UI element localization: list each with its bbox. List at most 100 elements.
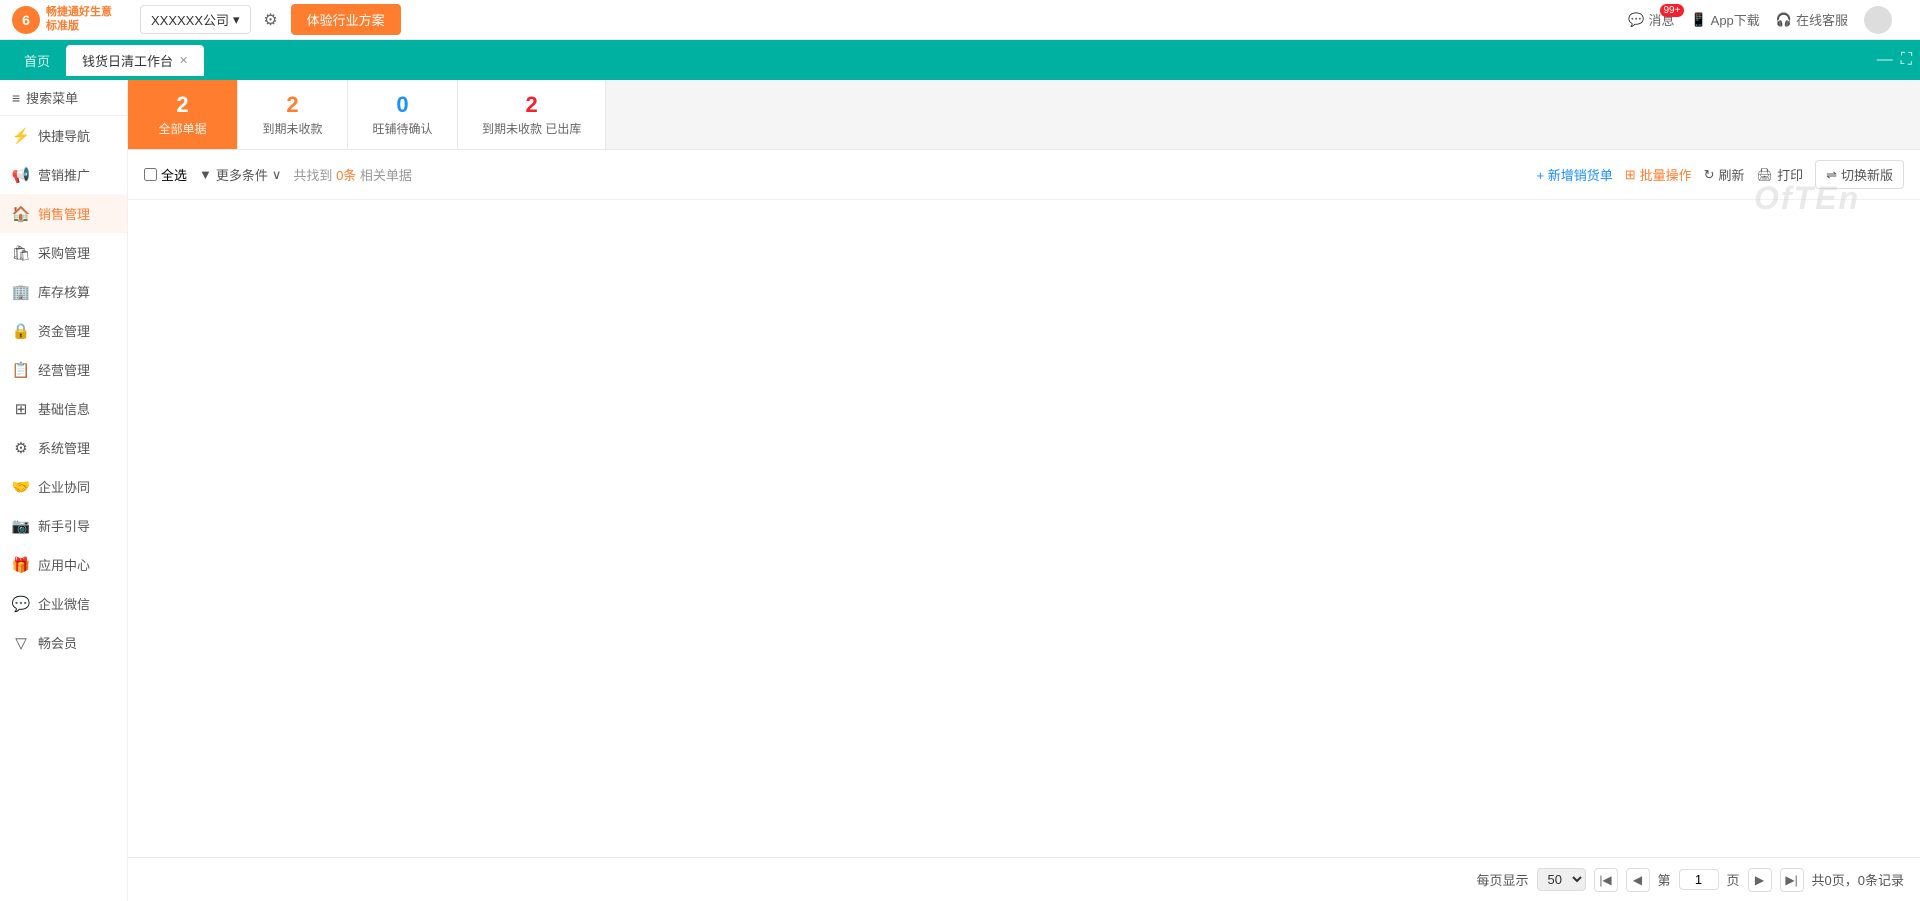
search-menu-item[interactable]: ≡ 搜索菜单 <box>0 80 127 116</box>
marketing-icon: 📢 <box>12 166 30 184</box>
collab-icon: 🤝 <box>12 478 30 496</box>
stat-tabs-row: 2 全部单据 2 到期未收款 0 旺铺待确认 2 到期未收款 已出库 <box>128 80 1920 150</box>
app-center-icon: 🎁 <box>12 556 30 574</box>
member-icon: ▽ <box>12 634 30 652</box>
filter-button[interactable]: ▼ 更多条件 ∨ <box>199 165 281 184</box>
sidebar-item-system[interactable]: ⚙ 系统管理 <box>0 428 127 467</box>
sidebar-item-basics[interactable]: ⊞ 基础信息 <box>0 389 127 428</box>
quick-nav-icon: ⚡ <box>12 127 30 145</box>
search-menu-icon: ≡ <box>12 90 20 106</box>
message-icon: 💬 <box>1628 12 1644 28</box>
stat-num-all: 2 <box>176 92 188 118</box>
operations-icon: 📋 <box>12 361 30 379</box>
sidebar-item-member[interactable]: ▽ 畅会员 <box>0 623 127 662</box>
tab-workbench[interactable]: 钱货日清工作台 ✕ <box>66 45 204 76</box>
select-all-checkbox[interactable]: 全选 <box>144 165 187 184</box>
message-button[interactable]: 💬 消息 99+ <box>1628 10 1674 29</box>
prev-page-button[interactable]: ◀ <box>1626 868 1650 892</box>
nav-tabs-bar: 首页 钱货日清工作台 ✕ — ⛶ <box>0 40 1920 80</box>
sidebar-item-marketing[interactable]: 📢 营销推广 <box>0 155 127 194</box>
content-area: 2 全部单据 2 到期未收款 0 旺铺待确认 2 到期未收款 已出库 全选 <box>128 80 1920 901</box>
switch-version-button[interactable]: ⇌ 切换新版 <box>1815 160 1904 189</box>
select-all-input[interactable] <box>144 168 157 181</box>
online-service-button[interactable]: 🎧 在线客服 <box>1776 10 1848 29</box>
chevron-down-icon: ∨ <box>272 167 282 183</box>
purchase-icon: 🛍 <box>12 244 30 262</box>
footer-pagination: 每页显示 50 |◀ ◀ 第 页 ▶ ▶| 共0页，0条记录 <box>128 857 1920 901</box>
stat-label-overdue: 到期未收款 <box>262 120 322 137</box>
wechat-icon: 💬 <box>12 595 30 613</box>
message-badge: 99+ <box>1660 4 1685 17</box>
top-header: 6 畅捷通好生意 标准版 XXXXXX公司 ▾ ⚙ 体验行业方案 💬 消息 99… <box>0 0 1920 40</box>
stat-label-wangpu: 旺铺待确认 <box>372 120 432 137</box>
finance-icon: 🔒 <box>12 322 30 340</box>
found-count: 0条 <box>336 168 356 183</box>
total-label: 共0页，0条记录 <box>1812 870 1904 889</box>
company-selector[interactable]: XXXXXX公司 ▾ <box>140 5 251 34</box>
logo-area: 6 畅捷通好生意 标准版 <box>12 6 132 34</box>
stat-num-wangpu: 0 <box>396 92 408 118</box>
batch-icon: ⊞ <box>1625 167 1636 183</box>
page-number-input[interactable] <box>1679 869 1719 890</box>
logo-text: 畅捷通好生意 标准版 <box>46 6 112 32</box>
logo-icon: 6 <box>12 6 40 34</box>
nav-tabs-right: — ⛶ <box>1877 51 1912 69</box>
last-page-button[interactable]: ▶| <box>1780 868 1804 892</box>
header-left: 6 畅捷通好生意 标准版 XXXXXX公司 ▾ ⚙ 体验行业方案 <box>12 4 401 35</box>
sidebar-item-app-center[interactable]: 🎁 应用中心 <box>0 545 127 584</box>
stat-num-shipped: 2 <box>526 92 538 118</box>
tab-home[interactable]: 首页 <box>8 45 66 76</box>
minimize-icon[interactable]: — <box>1877 51 1893 69</box>
toolbar: 全选 ▼ 更多条件 ∨ 共找到 0条 相关单据 + 新增销货单 ⊞ 批量操作 <box>128 150 1920 200</box>
sidebar-item-wechat[interactable]: 💬 企业微信 <box>0 584 127 623</box>
header-right: 💬 消息 99+ 📱 App下载 🎧 在线客服 <box>1628 6 1908 34</box>
sidebar-item-inventory[interactable]: 🏢 库存核算 <box>0 272 127 311</box>
settings-icon[interactable]: ⚙ <box>259 8 283 32</box>
batch-operation-button[interactable]: ⊞ 批量操作 <box>1625 165 1692 184</box>
app-icon: 📱 <box>1690 12 1706 28</box>
stat-label-shipped: 到期未收款 已出库 <box>482 120 581 137</box>
stat-tab-overdue[interactable]: 2 到期未收款 <box>238 80 348 149</box>
stat-tab-wangpu[interactable]: 0 旺铺待确认 <box>348 80 458 149</box>
sidebar: ≡ 搜索菜单 ⚡ 快捷导航 📢 营销推广 🏠 销售管理 🛍 采购管理 🏢 库存核… <box>0 80 128 901</box>
service-icon: 🎧 <box>1776 12 1792 28</box>
print-icon: 🖨 <box>1757 167 1774 183</box>
empty-content-area <box>128 200 1920 857</box>
sales-icon: 🏠 <box>12 205 30 223</box>
toolbar-right: + 新增销货单 ⊞ 批量操作 ↻ 刷新 🖨 打印 ⇌ 切换新版 <box>1536 160 1904 189</box>
main-content: 2 全部单据 2 到期未收款 0 旺铺待确认 2 到期未收款 已出库 全选 <box>128 80 1920 901</box>
avatar[interactable] <box>1864 6 1892 34</box>
page-prefix-label: 第 <box>1658 870 1671 889</box>
first-page-button[interactable]: |◀ <box>1594 868 1618 892</box>
print-button[interactable]: 🖨 打印 <box>1757 165 1804 184</box>
stat-tab-shipped[interactable]: 2 到期未收款 已出库 <box>458 80 606 149</box>
new-order-button[interactable]: + 新增销货单 <box>1536 165 1612 184</box>
switch-icon: ⇌ <box>1826 167 1837 183</box>
sidebar-item-operations[interactable]: 📋 经营管理 <box>0 350 127 389</box>
stat-tab-all[interactable]: 2 全部单据 <box>128 80 238 149</box>
system-icon: ⚙ <box>12 439 30 457</box>
sidebar-item-finance[interactable]: 🔒 资金管理 <box>0 311 127 350</box>
sidebar-item-collab[interactable]: 🤝 企业协同 <box>0 467 127 506</box>
refresh-button[interactable]: ↻ 刷新 <box>1704 165 1745 184</box>
expand-icon[interactable]: ⛶ <box>1901 51 1912 69</box>
close-tab-icon[interactable]: ✕ <box>179 54 188 67</box>
chevron-down-icon: ▾ <box>233 12 240 28</box>
per-page-label: 每页显示 <box>1476 870 1528 889</box>
sidebar-item-purchase[interactable]: 🛍 采购管理 <box>0 233 127 272</box>
stat-label-all: 全部单据 <box>158 120 206 137</box>
per-page-select[interactable]: 50 <box>1537 868 1586 891</box>
trial-button[interactable]: 体验行业方案 <box>291 4 401 35</box>
app-download-button[interactable]: 📱 App下载 <box>1690 10 1759 29</box>
found-text: 共找到 0条 相关单据 <box>293 165 412 184</box>
guide-icon: 📷 <box>12 517 30 535</box>
refresh-icon: ↻ <box>1704 167 1715 183</box>
filter-icon: ▼ <box>199 167 212 182</box>
sidebar-item-guide[interactable]: 📷 新手引导 <box>0 506 127 545</box>
sidebar-item-quick-nav[interactable]: ⚡ 快捷导航 <box>0 116 127 155</box>
stat-num-overdue: 2 <box>286 92 298 118</box>
page-suffix-label: 页 <box>1727 870 1740 889</box>
next-page-button[interactable]: ▶ <box>1748 868 1772 892</box>
toolbar-left: 全选 ▼ 更多条件 ∨ 共找到 0条 相关单据 <box>144 165 412 184</box>
sidebar-item-sales[interactable]: 🏠 销售管理 <box>0 194 127 233</box>
